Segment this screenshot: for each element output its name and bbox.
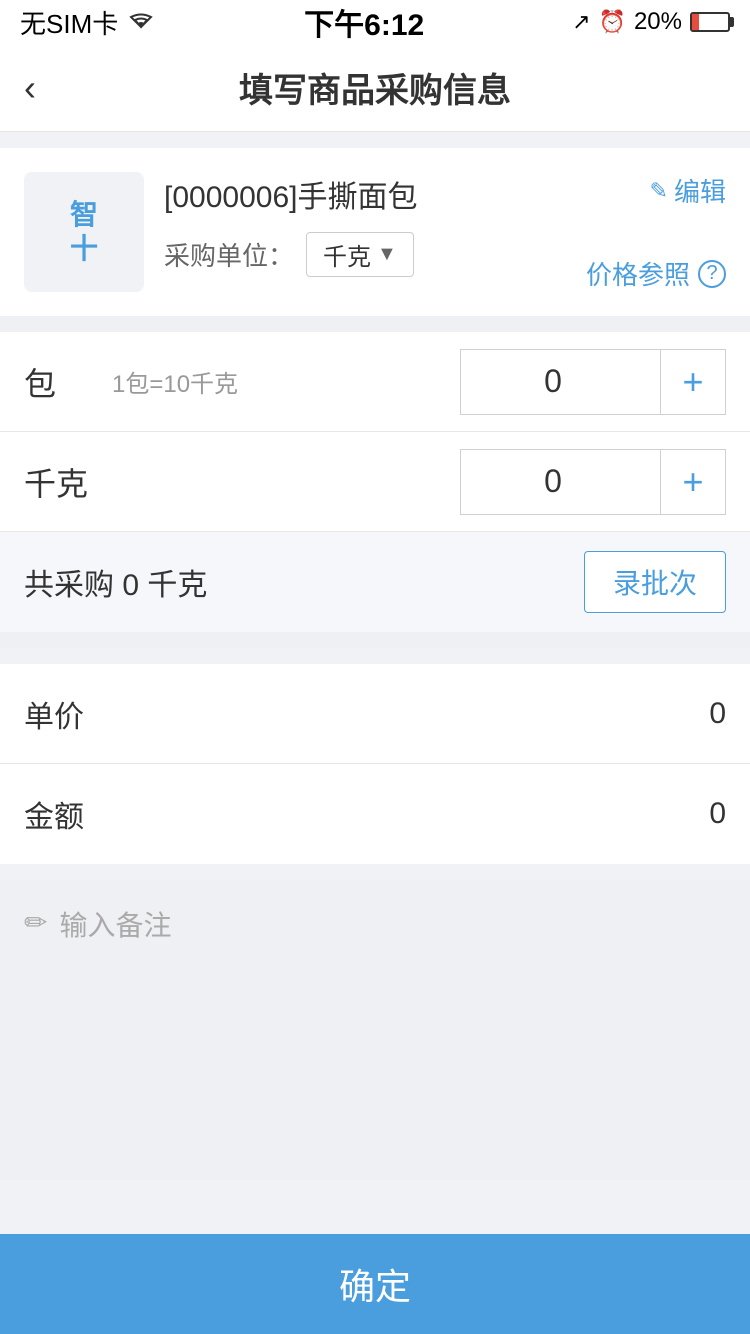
amount-label: 金额 bbox=[24, 792, 84, 836]
bao-qty-wrap: + bbox=[460, 349, 726, 415]
total-label: 共采购 0 千克 bbox=[24, 560, 207, 604]
price-value: 0 bbox=[709, 697, 726, 731]
wifi-icon bbox=[126, 7, 156, 38]
kg-qty-input[interactable] bbox=[460, 449, 660, 515]
kg-label: 千克 bbox=[24, 459, 104, 505]
kg-input-row: 千克 + bbox=[0, 432, 750, 532]
bao-label: 包 bbox=[24, 359, 104, 405]
status-bar: 无SIM卡 下午6:12 ↗ ⏰ 20% bbox=[0, 0, 750, 44]
kg-plus-button[interactable]: + bbox=[660, 449, 726, 515]
alarm-icon: ⏰ bbox=[599, 9, 626, 35]
bao-input-row: 包 1包=10千克 + bbox=[0, 332, 750, 432]
price-ref-button[interactable]: 价格参照 ? bbox=[586, 255, 726, 292]
record-batch-button[interactable]: 录批次 bbox=[584, 551, 726, 613]
detail-section: 单价 0 金额 0 bbox=[0, 664, 750, 864]
help-icon: ? bbox=[698, 260, 726, 288]
battery-icon bbox=[690, 12, 730, 32]
battery-pct: 20% bbox=[634, 8, 682, 36]
section-divider-1 bbox=[0, 316, 750, 332]
total-row: 共采购 0 千克 录批次 bbox=[0, 532, 750, 632]
input-section: 包 1包=10千克 + 千克 + bbox=[0, 332, 750, 532]
price-row: 单价 0 bbox=[0, 664, 750, 764]
bao-sublabel: 1包=10千克 bbox=[112, 364, 238, 399]
confirm-button[interactable]: 确定 bbox=[0, 1234, 750, 1334]
nav-bar: ‹ 填写商品采购信息 bbox=[0, 44, 750, 132]
notes-section[interactable]: ✏ 输入备注 bbox=[0, 880, 750, 1180]
price-label: 单价 bbox=[24, 692, 84, 736]
edit-icon: ✎ bbox=[650, 178, 668, 204]
product-logo-line2: 十 bbox=[70, 232, 98, 266]
chevron-down-icon: ▼ bbox=[377, 243, 397, 266]
page-title: 填写商品采购信息 bbox=[239, 63, 511, 112]
product-logo-line1: 智 bbox=[70, 198, 98, 232]
price-ref-label: 价格参照 bbox=[586, 255, 690, 292]
amount-value: 0 bbox=[709, 797, 726, 831]
product-image: 智 十 bbox=[24, 172, 144, 292]
bao-plus-button[interactable]: + bbox=[660, 349, 726, 415]
amount-row: 金额 0 bbox=[0, 764, 750, 864]
product-card: 智 十 [0000006]手撕面包 采购单位： 千克 ▼ ✎ 编辑 价格参照 ? bbox=[0, 148, 750, 316]
time-display: 下午6:12 bbox=[304, 0, 424, 44]
unit-dropdown[interactable]: 千克 ▼ bbox=[306, 232, 414, 277]
product-name: [0000006]手撕面包 bbox=[164, 172, 726, 216]
plus-icon: + bbox=[682, 361, 703, 403]
edit-link[interactable]: ✎ 编辑 bbox=[650, 172, 726, 209]
bao-qty-input[interactable] bbox=[460, 349, 660, 415]
carrier-label: 无SIM卡 bbox=[20, 4, 118, 41]
unit-value: 千克 bbox=[323, 237, 371, 272]
pencil-icon: ✏ bbox=[24, 906, 47, 939]
location-icon: ↗ bbox=[572, 9, 590, 35]
plus-icon-2: + bbox=[682, 461, 703, 503]
back-button[interactable]: ‹ bbox=[24, 67, 36, 109]
status-left: 无SIM卡 bbox=[20, 4, 156, 41]
kg-qty-wrap: + bbox=[460, 449, 726, 515]
notes-placeholder: 输入备注 bbox=[59, 904, 171, 944]
status-right: ↗ ⏰ 20% bbox=[572, 8, 730, 36]
main-content: 智 十 [0000006]手撕面包 采购单位： 千克 ▼ ✎ 编辑 价格参照 ? bbox=[0, 132, 750, 1334]
section-divider-2 bbox=[0, 632, 750, 648]
unit-label-text: 采购单位： bbox=[164, 236, 294, 273]
